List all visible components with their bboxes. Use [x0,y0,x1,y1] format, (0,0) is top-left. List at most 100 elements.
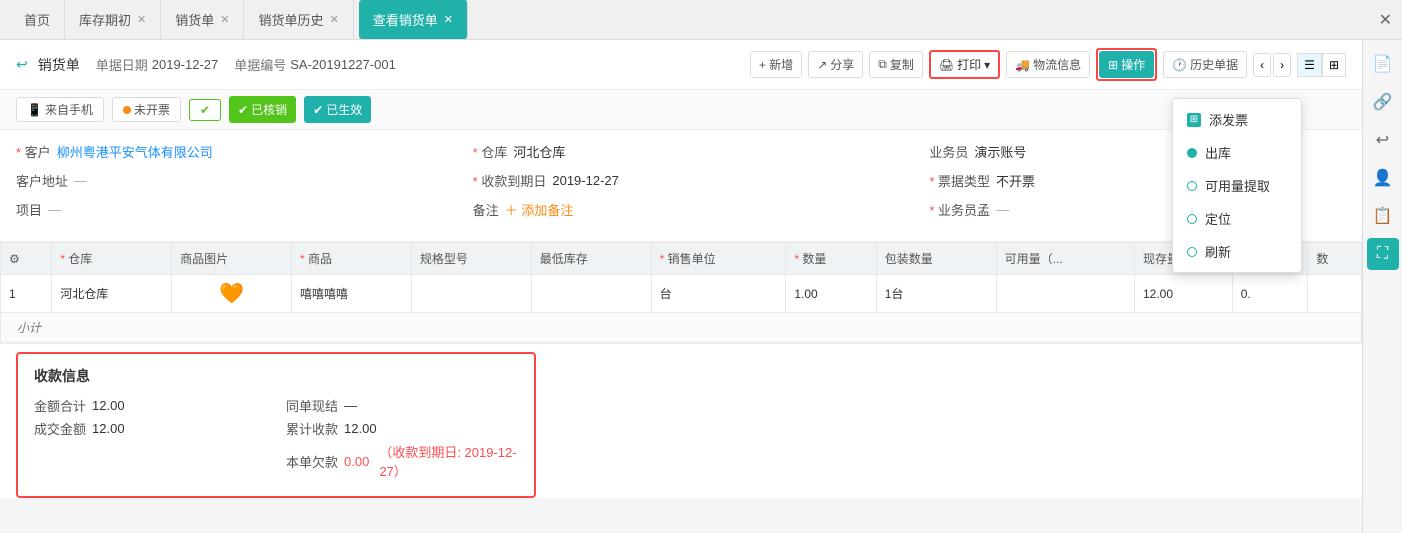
col-warehouse: 仓库 [52,243,172,275]
add-label: + 新增 [759,56,793,73]
doc-date-value: 2019-12-27 [152,57,219,72]
row-no: 1 [1,275,52,313]
operation-button[interactable]: ⊞ 操作 [1099,51,1154,78]
tab-inventory-close[interactable]: ✕ [137,13,146,26]
sidebar-icon-undo[interactable]: ↩ [1367,124,1399,156]
view-toggle: ☰ ⊞ [1297,53,1346,77]
same-settlement-label: 同单现结 [286,396,338,415]
tab-sales-history[interactable]: 销货单历史 ✕ [244,0,353,39]
operation-dropdown: ⊞ 添发票 出库 可用量提取 定位 刷新 [1172,98,1302,273]
tab-history-close[interactable]: ✕ [330,13,339,26]
menu-locate[interactable]: 定位 [1173,202,1301,235]
amount-total-item: 金额合计 12.00 [34,396,266,415]
col-spec: 规格型号 [411,243,531,275]
tab-home-label: 首页 [24,10,50,29]
payment-grid: 金额合计 12.00 成交金额 12.00 同单现结 — 累计收款 [34,396,518,484]
data-table: ⚙ 仓库 商品图片 商品 规格型号 最低库存 销售单位 数量 包装数量 可用量（… [0,242,1362,343]
print-dropdown-arrow: ▾ [984,58,990,72]
not-open-button[interactable]: 未开票 [112,97,181,122]
sidebar-icon-link[interactable]: 🔗 [1367,86,1399,118]
verified-icon: ✔ [238,103,248,117]
table-row: 1 河北仓库 🧡 嘻嘻嘻嘻 台 1.00 1台 12.00 0. [1,275,1362,313]
row-image: 🧡 [172,275,292,313]
payment-section: 收款信息 金额合计 12.00 成交金额 12.00 同单现结 — [16,352,536,498]
add-button[interactable]: + 新增 [750,51,802,78]
subtotal-label: 小计 [1,313,1362,343]
list-view-button[interactable]: ☰ [1297,53,1322,77]
share-button[interactable]: ↗ 分享 [808,51,863,78]
project-field: 项目 — [16,200,433,219]
subtotal-row: 小计 [1,313,1362,343]
address-label: 客户地址 [16,171,68,190]
ticket-label: 票据类型 [929,171,990,190]
menu-refresh[interactable]: 刷新 [1173,235,1301,268]
print-button[interactable]: 🖨 打印 ▾ [929,50,1000,79]
refresh-label: 刷新 [1205,242,1231,261]
menu-outbound[interactable]: 出库 [1173,136,1301,169]
logistics-button[interactable]: 🚚 物流信息 [1006,51,1090,78]
customer-value[interactable]: 柳州粤港平安气体有限公司 [57,142,213,161]
nav-arrows: ‹ › [1253,53,1291,77]
from-phone-button[interactable]: 📱 来自手机 [16,97,104,122]
col-settings[interactable]: ⚙ [1,243,52,275]
already-effective-button[interactable]: ✔ 已生效 [304,96,371,123]
tab-inventory-init[interactable]: 库存期初 ✕ [65,0,161,39]
prev-button[interactable]: ‹ [1253,53,1271,77]
doc-header-left: ↩ 销货单 单据日期 2019-12-27 单据编号 SA-20191227-0… [16,55,396,75]
menu-pick-qty[interactable]: 可用量提取 [1173,169,1301,202]
due-date-value: 2019-12-27 [552,173,632,188]
next-button[interactable]: › [1273,53,1291,77]
deal-amount-value: 12.00 [92,421,125,436]
print-label: 打印 [957,56,981,73]
share-label: 分享 [830,56,854,73]
doc-title: 销货单 [38,55,80,75]
ticket-value: 不开票 [996,171,1076,190]
note-plus-icon: ＋ [505,203,518,218]
history-label: 历史单据 [1190,56,1238,73]
menu-add-invoice[interactable]: ⊞ 添发票 [1173,103,1301,136]
balance-label: 本单欠款 [286,452,338,471]
deal-amount-item: 成交金额 12.00 [34,419,266,438]
already-verified-button[interactable]: ✔ 已核销 [229,96,296,123]
due-date-field: 收款到期日 2019-12-27 [473,171,890,190]
tab-view-sales[interactable]: 查看销货单 ✕ [359,0,468,39]
copy-button[interactable]: ⧉ 复制 [869,51,923,78]
col-qty: 数量 [786,243,876,275]
history-button[interactable]: 🕐 历史单据 [1163,51,1247,78]
settings-icon[interactable]: ⚙ [9,252,20,266]
window-close-button[interactable]: ✕ [1379,10,1392,30]
add-invoice-label: 添发票 [1209,110,1248,129]
row-qty: 1.00 [786,275,876,313]
row-pack-qty: 1台 [876,275,996,313]
amount-total-value: 12.00 [92,398,125,413]
tab-sales-order[interactable]: 销货单 ✕ [161,0,244,39]
tab-home[interactable]: 首页 [10,0,65,39]
tab-sales-close[interactable]: ✕ [220,13,229,26]
balance-item: 本单欠款 0.00 （收款到期日: 2019-12-27） [286,442,518,480]
grid-view-button[interactable]: ⊞ [1322,53,1346,77]
refresh-icon [1187,247,1197,257]
row-warehouse: 河北仓库 [52,275,172,313]
note-add-btn[interactable]: ＋ 添加备注 [505,200,585,219]
form-row-1: 客户 柳州粤港平安气体有限公司 仓库 河北仓库 业务员 演示账号 [16,142,1346,161]
effective-icon: ✔ [313,103,323,117]
col-product: 商品 [291,243,411,275]
project-value: — [48,202,128,217]
cumulative-label: 累计收款 [286,419,338,438]
confirm-button[interactable]: ✔ [189,99,221,121]
col-image: 商品图片 [172,243,292,275]
warehouse-label: 仓库 [473,142,508,161]
doc-number-label: 单据编号 [234,55,286,74]
sidebar-icon-expand[interactable]: ⛶ [1367,238,1399,270]
doc-date-label: 单据日期 [96,55,148,74]
form-fields: 客户 柳州粤港平安气体有限公司 仓库 河北仓库 业务员 演示账号 客户地址 — [0,130,1362,242]
sidebar-icon-clipboard[interactable]: 📋 [1367,200,1399,232]
outbound-icon [1187,148,1197,158]
locate-label: 定位 [1205,209,1231,228]
sidebar-icon-doc[interactable]: 📄 [1367,48,1399,80]
tab-view-close[interactable]: ✕ [444,13,453,26]
form-row-2: 客户地址 — 收款到期日 2019-12-27 票据类型 不开票 [16,171,1346,190]
sidebar-icon-user[interactable]: 👤 [1367,162,1399,194]
operation-highlight-box: ⊞ 操作 [1096,48,1157,81]
from-phone-label: 来自手机 [45,101,93,118]
